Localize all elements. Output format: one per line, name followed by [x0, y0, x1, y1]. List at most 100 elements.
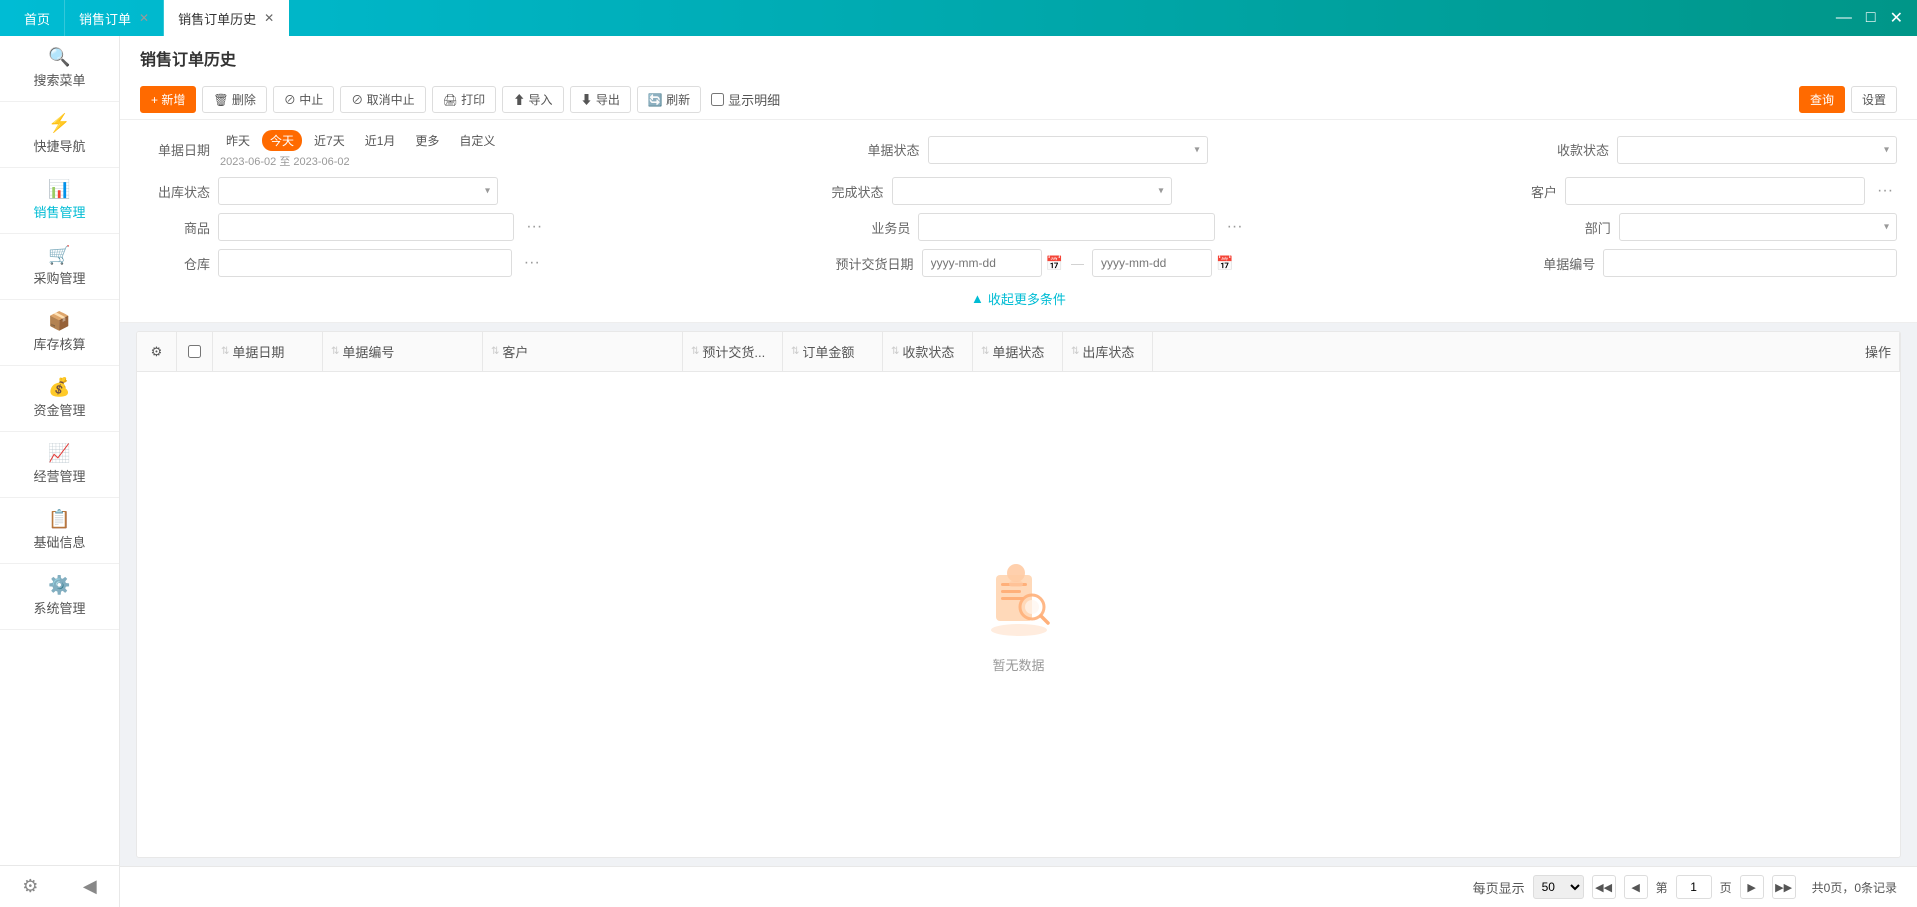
tab-home-label: 首页 [24, 9, 50, 28]
th-out-status[interactable]: ⇅ 出库状态 [1063, 332, 1153, 371]
sidebar: 🔍 搜索菜单 ⚡ 快捷导航 📊 销售管理 🛒 采购管理 📦 库存核算 💰 资金管… [0, 36, 120, 907]
dept-select[interactable] [1619, 213, 1897, 241]
complete-status-select-wrapper [892, 177, 1172, 205]
settings-icon[interactable]: ⚙ [22, 876, 38, 897]
sidebar-item-operations[interactable]: 📈 经营管理 [0, 432, 119, 498]
page-label-before: 第 [1656, 879, 1668, 896]
import-button[interactable]: ⬆ 导入 [502, 86, 563, 113]
main-content: 销售订单历史 + 新增 🗑 删除 ⊘ 中止 ⊘ 取消中止 🖨 打印 ⬆ 导入 ⬇… [120, 36, 1917, 907]
sidebar-item-base-info[interactable]: 📋 基础信息 [0, 498, 119, 564]
sidebar-item-sales-mgmt[interactable]: 📊 销售管理 [0, 168, 119, 234]
empty-text: 暂无数据 [992, 655, 1044, 674]
th-setting[interactable]: ⚙ [137, 332, 177, 371]
out-status-select[interactable] [218, 177, 498, 205]
delivery-date-label: 预计交货日期 [836, 254, 914, 273]
warehouse-label: 仓库 [140, 254, 210, 273]
th-num-label: 单据编号 [342, 342, 394, 361]
table-body: 暂无数据 [137, 372, 1900, 857]
sidebar-item-search-menu[interactable]: 🔍 搜索菜单 [0, 36, 119, 102]
date-tab-yesterday[interactable]: 昨天 [218, 130, 258, 151]
query-button[interactable]: 查询 [1799, 86, 1845, 113]
salesperson-more-btn[interactable]: ··· [1223, 218, 1247, 236]
th-customer[interactable]: ⇅ 客户 [483, 332, 683, 371]
collapse-btn[interactable]: ▲ 收起更多条件 [140, 285, 1897, 312]
date-tab-today[interactable]: 今天 [262, 130, 302, 151]
sys-mgmt-icon: ⚙️ [48, 576, 70, 594]
settings-button[interactable]: 设置 [1851, 86, 1897, 113]
page-input[interactable] [1676, 875, 1712, 899]
sidebar-item-purchase-label: 采购管理 [33, 268, 85, 287]
sidebar-item-inventory[interactable]: 📦 库存核算 [0, 300, 119, 366]
cancel-stop-button[interactable]: ⊘ 取消中止 [340, 86, 425, 113]
sidebar-bottom: ⚙ ◀ [0, 865, 119, 907]
select-all-checkbox[interactable] [188, 345, 201, 358]
complete-status-select[interactable] [892, 177, 1172, 205]
th-pay-status[interactable]: ⇅ 收款状态 [883, 332, 973, 371]
maximize-btn[interactable]: □ [1862, 7, 1880, 29]
sidebar-item-sys-label: 系统管理 [33, 598, 85, 617]
export-button[interactable]: ⬇ 导出 [570, 86, 631, 113]
sidebar-item-finance[interactable]: 💰 资金管理 [0, 366, 119, 432]
close-sales-order-tab[interactable]: ✕ [139, 11, 149, 25]
table-header: ⚙ ⇅ 单据日期 ⇅ 单据编号 ⇅ 客户 ⇅ [137, 332, 1900, 372]
date-tab-custom[interactable]: 自定义 [451, 130, 503, 151]
warehouse-input[interactable] [218, 249, 512, 277]
add-button[interactable]: + 新增 [140, 86, 196, 113]
minimize-btn[interactable]: — [1832, 7, 1856, 29]
salesperson-input[interactable] [918, 213, 1214, 241]
th-num[interactable]: ⇅ 单据编号 [323, 332, 483, 371]
delivery-date-to[interactable] [1092, 249, 1212, 277]
delete-button[interactable]: 🗑 删除 [202, 86, 267, 113]
top-bar: 首页 销售订单 ✕ 销售订单历史 ✕ — □ ✕ [0, 0, 1917, 36]
goods-more-btn[interactable]: ··· [522, 218, 546, 236]
th-delivery[interactable]: ⇅ 预计交货... [683, 332, 783, 371]
collapse-sidebar-icon[interactable]: ◀ [83, 876, 97, 897]
search-menu-icon: 🔍 [48, 48, 70, 66]
stop-button[interactable]: ⊘ 中止 [273, 86, 334, 113]
filter-area: 单据日期 昨天 今天 近7天 近1月 更多 自定义 2023-06-02 至 2… [120, 120, 1917, 323]
page-size-select[interactable]: 50 10 20 100 [1533, 875, 1584, 899]
close-history-tab[interactable]: ✕ [264, 11, 274, 25]
collapse-label: 收起更多条件 [988, 289, 1066, 308]
refresh-button[interactable]: 🔄 刷新 [637, 86, 701, 113]
cal-to-icon[interactable]: 📅 [1216, 255, 1233, 272]
th-checkbox[interactable] [177, 332, 213, 371]
sidebar-item-sys-mgmt[interactable]: ⚙️ 系统管理 [0, 564, 119, 630]
tab-home[interactable]: 首页 [10, 0, 65, 36]
order-status-select[interactable] [928, 136, 1208, 164]
payment-status-select[interactable] [1617, 136, 1897, 164]
sidebar-item-quick-nav[interactable]: ⚡ 快捷导航 [0, 102, 119, 168]
next-page-btn[interactable]: ▶ [1740, 875, 1764, 899]
display-toggle: 显示明细 [711, 90, 780, 109]
cal-from-icon[interactable]: 📅 [1046, 255, 1063, 272]
th-delivery-label: 预计交货... [702, 342, 765, 361]
last-page-btn[interactable]: ▶▶ [1772, 875, 1796, 899]
first-page-btn[interactable]: ◀◀ [1592, 875, 1616, 899]
goods-input[interactable] [218, 213, 514, 241]
sort-icon-out: ⇅ [1071, 346, 1079, 357]
th-amount[interactable]: ⇅ 订单金额 [783, 332, 883, 371]
date-tab-more[interactable]: 更多 [407, 130, 447, 151]
customer-more-btn[interactable]: ··· [1873, 182, 1897, 200]
tab-sales-order[interactable]: 销售订单 ✕ [65, 0, 164, 36]
page-title: 销售订单历史 [140, 46, 1897, 70]
table-container: ⚙ ⇅ 单据日期 ⇅ 单据编号 ⇅ 客户 ⇅ [136, 331, 1901, 858]
empty-illustration: 暂无数据 [974, 555, 1064, 674]
sidebar-item-operations-label: 经营管理 [33, 466, 85, 485]
th-date[interactable]: ⇅ 单据日期 [213, 332, 323, 371]
customer-input[interactable] [1565, 177, 1865, 205]
tab-sales-order-label: 销售订单 [79, 9, 131, 28]
warehouse-more-btn[interactable]: ··· [520, 254, 544, 272]
delivery-date-from[interactable] [922, 249, 1042, 277]
print-button[interactable]: 🖨 打印 [432, 86, 497, 113]
th-order-status[interactable]: ⇅ 单据状态 [973, 332, 1063, 371]
prev-page-btn[interactable]: ◀ [1624, 875, 1648, 899]
display-toggle-checkbox[interactable] [711, 93, 724, 106]
setting-icon[interactable]: ⚙ [151, 344, 163, 360]
order-no-input[interactable] [1603, 249, 1897, 277]
date-tab-7days[interactable]: 近7天 [306, 130, 353, 151]
tab-sales-order-history[interactable]: 销售订单历史 ✕ [164, 0, 289, 36]
close-btn[interactable]: ✕ [1886, 6, 1907, 30]
date-tab-1month[interactable]: 近1月 [357, 130, 404, 151]
sidebar-item-purchase-mgmt[interactable]: 🛒 采购管理 [0, 234, 119, 300]
